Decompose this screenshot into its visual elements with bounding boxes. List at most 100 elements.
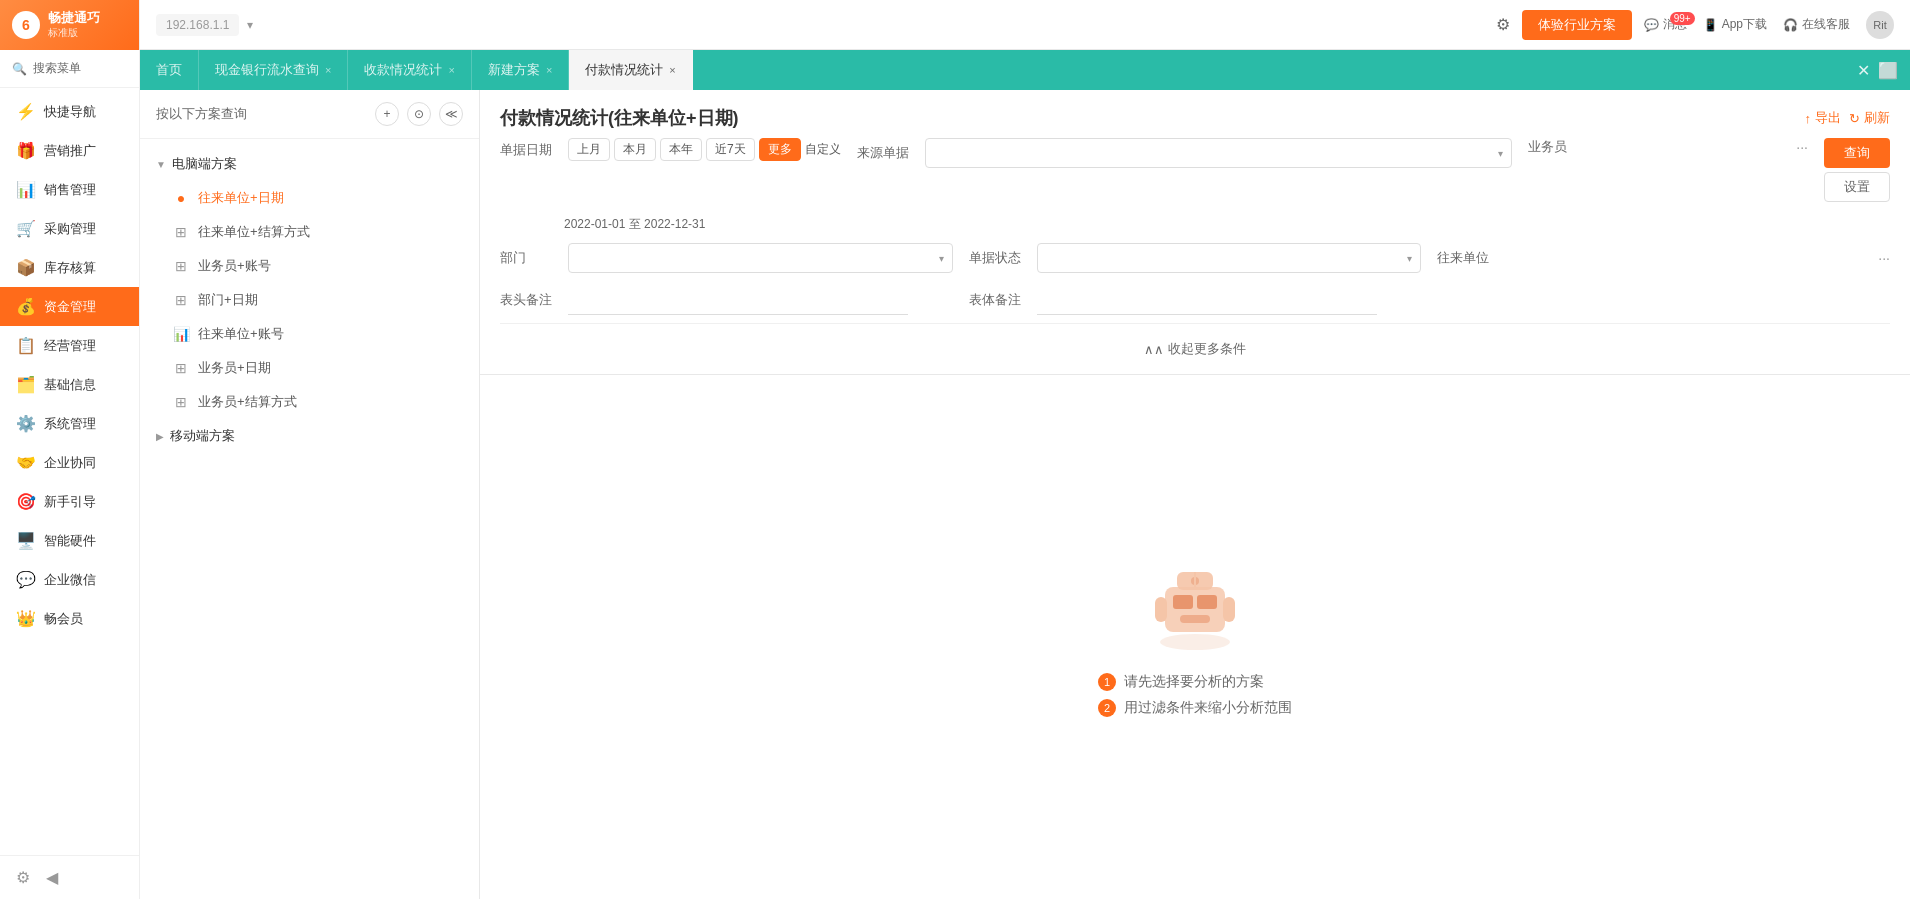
tab-new-scheme[interactable]: 新建方案 × — [472, 50, 569, 90]
collapse-panel-btn[interactable]: ≪ — [439, 102, 463, 126]
sidebar-item-label: 企业微信 — [44, 571, 96, 589]
user-avatar[interactable]: Rit — [1866, 11, 1894, 39]
tab-bank-flow[interactable]: 现金银行流水查询 × — [199, 50, 348, 90]
note-body-input[interactable] — [1037, 285, 1377, 315]
scheme-settings-btn[interactable]: ⊙ — [407, 102, 431, 126]
export-btn[interactable]: ↑ 导出 — [1805, 109, 1842, 127]
scheme-group-mobile-label: 移动端方案 — [170, 427, 235, 445]
close-all-tabs-icon[interactable]: ✕ — [1857, 61, 1870, 80]
scheme-item-dept-date[interactable]: ⊞ 部门+日期 — [140, 283, 479, 317]
tab-bank-flow-close[interactable]: × — [325, 64, 331, 76]
tab-payment[interactable]: 付款情况统计 × — [569, 50, 692, 90]
message-btn[interactable]: 💬 消息 99+ — [1644, 16, 1687, 33]
data-area: 1 请先选择要分析的方案 2 用过滤条件来缩小分析范围 — [480, 375, 1910, 899]
date-btn-last-month[interactable]: 上月 — [568, 138, 610, 161]
sidebar-item-label: 销售管理 — [44, 181, 96, 199]
app-icon: 📱 — [1703, 18, 1718, 32]
sidebar-item-wechat[interactable]: 💬 企业微信 — [0, 560, 139, 599]
refresh-icon: ↻ — [1849, 111, 1860, 126]
source-select[interactable]: ▾ — [925, 138, 1512, 168]
scheme-item-partner-date[interactable]: ● 往来单位+日期 — [140, 181, 479, 215]
date-btn-more[interactable]: 更多 — [759, 138, 801, 161]
marketing-icon: 🎁 — [16, 141, 36, 160]
smart-icon: 🖥️ — [16, 531, 36, 550]
collapse-filters-btn[interactable]: ∧∧ 收起更多条件 — [500, 340, 1890, 358]
sidebar-item-smart[interactable]: 🖥️ 智能硬件 — [0, 521, 139, 560]
settings-footer-icon[interactable]: ⚙ — [16, 868, 30, 887]
sidebar-item-marketing[interactable]: 🎁 营销推广 — [0, 131, 139, 170]
partner-dots[interactable]: ··· — [1878, 250, 1890, 266]
sidebar-item-basic[interactable]: 🗂️ 基础信息 — [0, 365, 139, 404]
sidebar-item-finance[interactable]: 💰 资金管理 — [0, 287, 139, 326]
export-icon: ↑ — [1805, 111, 1812, 126]
filter-actions: ↑ 导出 ↻ 刷新 — [1805, 109, 1891, 127]
sidebar-item-enterprise[interactable]: 🤝 企业协同 — [0, 443, 139, 482]
scheme-item-salesperson-settle[interactable]: ⊞ 业务员+结算方式 — [140, 385, 479, 419]
sidebar-item-operation[interactable]: 📋 经营管理 — [0, 326, 139, 365]
scheme-group-desktop-header[interactable]: ▼ 电脑端方案 — [140, 147, 479, 181]
sidebar-item-newbie[interactable]: 🎯 新手引导 — [0, 482, 139, 521]
add-scheme-btn[interactable]: + — [375, 102, 399, 126]
svg-rect-2 — [1173, 595, 1193, 609]
scheme-item-salesperson-date[interactable]: ⊞ 业务员+日期 — [140, 351, 479, 385]
logo-text: 畅捷通巧 标准版 — [48, 10, 100, 40]
sidebar-item-quick-nav[interactable]: ⚡ 快捷导航 — [0, 92, 139, 131]
app-download-btn[interactable]: 📱 App下载 — [1703, 16, 1767, 33]
refresh-btn[interactable]: ↻ 刷新 — [1849, 109, 1890, 127]
tab-home[interactable]: 首页 — [140, 50, 199, 90]
export-label: 导出 — [1815, 109, 1841, 127]
svg-point-0 — [1160, 634, 1230, 650]
settings-btn[interactable]: 设置 — [1824, 172, 1890, 202]
search-menu[interactable]: 🔍 搜索菜单 — [0, 50, 139, 88]
sidebar-item-label: 营销推广 — [44, 142, 96, 160]
salesperson-dots[interactable]: ··· — [1796, 139, 1808, 155]
sidebar-item-label: 智能硬件 — [44, 532, 96, 550]
scheme-group-mobile-header[interactable]: ▶ 移动端方案 — [140, 419, 479, 453]
note-body-label: 表体备注 — [969, 291, 1029, 309]
status-select[interactable]: ▾ — [1037, 243, 1422, 273]
scheme-item-salesperson-account[interactable]: ⊞ 业务员+账号 — [140, 249, 479, 283]
trial-btn[interactable]: 体验行业方案 — [1522, 10, 1632, 40]
tab-payment-close[interactable]: × — [669, 64, 675, 76]
address-arrow-icon: ▾ — [247, 18, 253, 32]
sidebar-item-sales[interactable]: 📊 销售管理 — [0, 170, 139, 209]
online-service-btn[interactable]: 🎧 在线客服 — [1783, 16, 1850, 33]
left-panel-body: ▼ 电脑端方案 ● 往来单位+日期 ⊞ 往来单位+结算方式 ⊞ 业务员+账号 — [140, 139, 479, 899]
sidebar-item-inventory[interactable]: 📦 库存核算 — [0, 248, 139, 287]
scheme-group-desktop-label: 电脑端方案 — [172, 155, 237, 173]
tip-num-2: 2 — [1098, 699, 1116, 717]
tab-bank-flow-label: 现金银行流水查询 — [215, 61, 319, 79]
sidebar: 6 畅捷通巧 标准版 🔍 搜索菜单 ⚡ 快捷导航 🎁 营销推广 📊 销售管理 🛒… — [0, 0, 140, 899]
tab-payment-label: 付款情况统计 — [585, 61, 663, 79]
date-btn-7days[interactable]: 近7天 — [706, 138, 755, 161]
scheme-chart-icon: 📊 — [172, 326, 190, 342]
maximize-icon[interactable]: ⬜ — [1878, 61, 1898, 80]
scheme-item-partner-settle[interactable]: ⊞ 往来单位+结算方式 — [140, 215, 479, 249]
user-name: Rit — [1873, 19, 1886, 31]
scheme-item-label: 业务员+账号 — [198, 257, 271, 275]
sidebar-item-label: 快捷导航 — [44, 103, 96, 121]
date-btn-this-month[interactable]: 本月 — [614, 138, 656, 161]
scheme-item-partner-account[interactable]: 📊 往来单位+账号 — [140, 317, 479, 351]
sidebar-footer: ⚙ ◀ — [0, 855, 139, 899]
tab-collection[interactable]: 收款情况统计 × — [348, 50, 471, 90]
sidebar-item-purchase[interactable]: 🛒 采购管理 — [0, 209, 139, 248]
scheme-item-label: 业务员+结算方式 — [198, 393, 297, 411]
logo-icon: 6 — [12, 11, 40, 39]
query-btn[interactable]: 查询 — [1824, 138, 1890, 168]
collapse-arrow-icon: ∧∧ — [1144, 342, 1164, 357]
purchase-icon: 🛒 — [16, 219, 36, 238]
tab-collection-close[interactable]: × — [448, 64, 454, 76]
topbar-settings-icon[interactable]: ⚙ — [1496, 15, 1510, 34]
partner-label: 往来单位 — [1437, 249, 1497, 267]
sidebar-item-system[interactable]: ⚙️ 系统管理 — [0, 404, 139, 443]
note-header-input[interactable] — [568, 285, 908, 315]
svg-rect-6 — [1223, 597, 1235, 622]
finance-icon: 💰 — [16, 297, 36, 316]
tab-new-scheme-close[interactable]: × — [546, 64, 552, 76]
sidebar-item-member[interactable]: 👑 畅会员 — [0, 599, 139, 638]
dept-select[interactable]: ▾ — [568, 243, 953, 273]
date-btn-this-year[interactable]: 本年 — [660, 138, 702, 161]
date-custom-label[interactable]: 自定义 — [805, 141, 841, 158]
collapse-sidebar-icon[interactable]: ◀ — [46, 868, 58, 887]
